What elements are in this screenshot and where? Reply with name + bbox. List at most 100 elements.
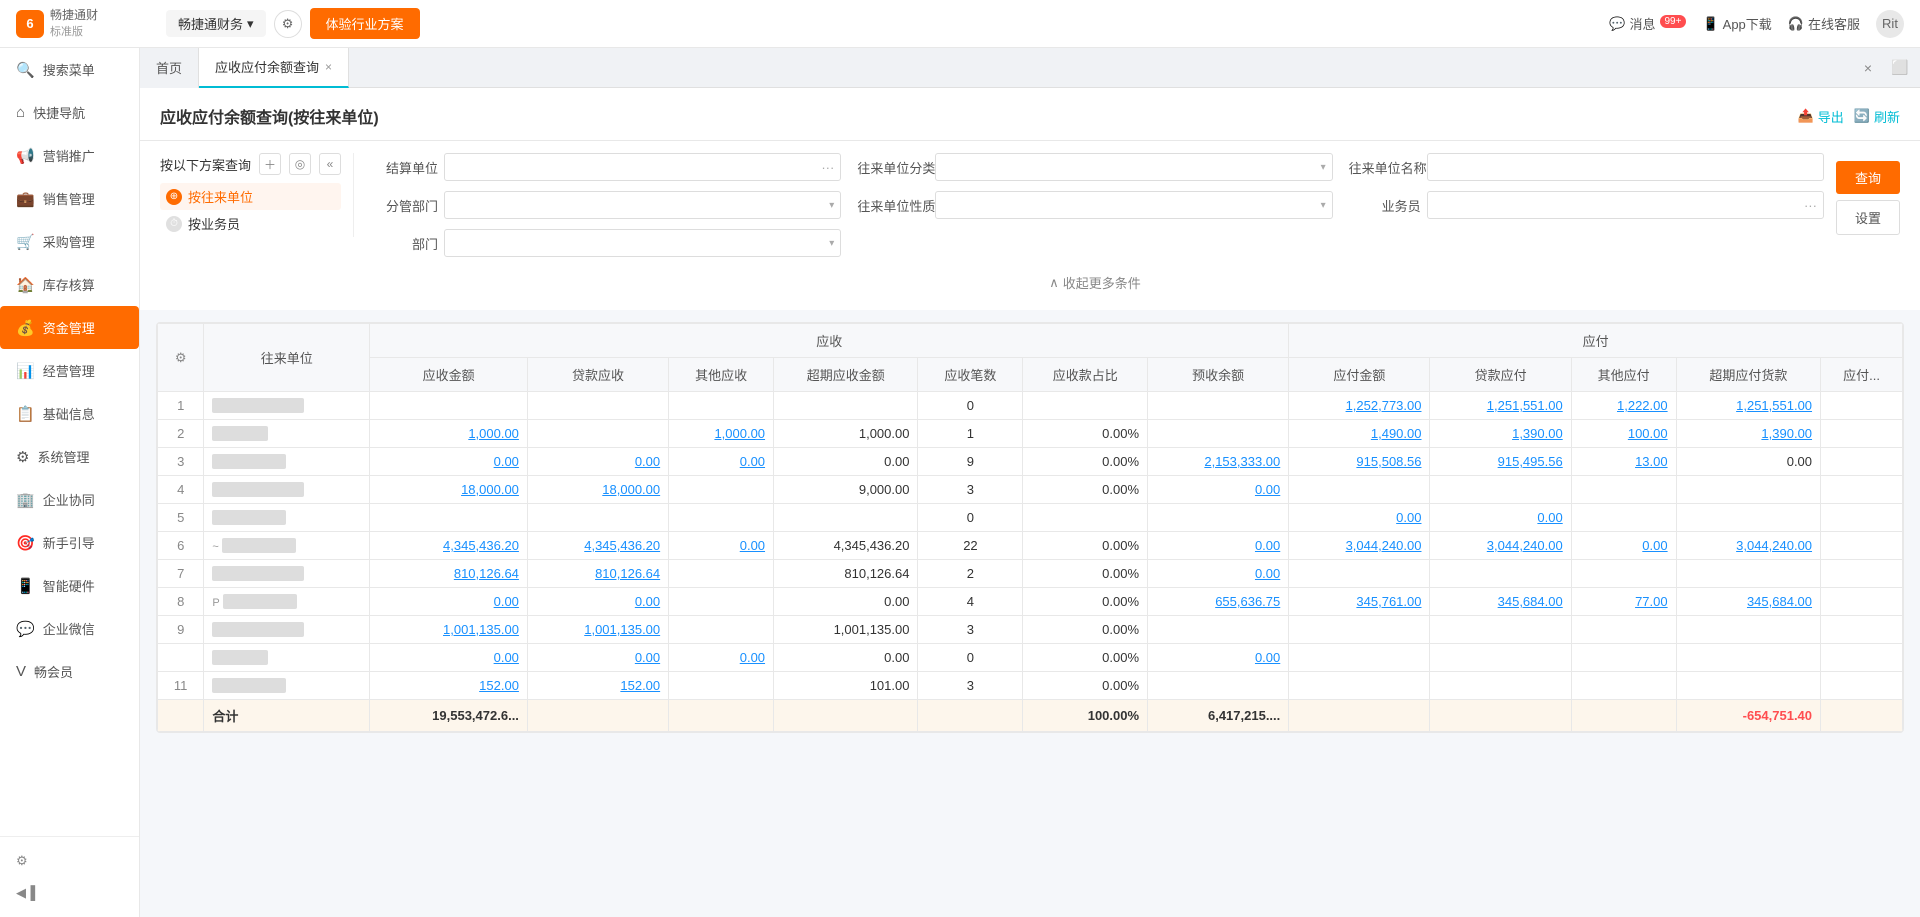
setting-btn[interactable]: 设置 — [1836, 200, 1900, 235]
other-ap[interactable]: 1,222.00 — [1571, 392, 1676, 420]
other-ap[interactable]: 13.00 — [1571, 448, 1676, 476]
ar-amount[interactable]: 1,000.00 — [370, 420, 528, 448]
sidebar-item-system[interactable]: ⚙ 系统管理 — [0, 435, 139, 478]
app-download-btn[interactable]: 📱 App下载 — [1702, 14, 1771, 33]
loan-ar[interactable]: 18,000.00 — [527, 476, 668, 504]
loan-ar[interactable]: 152.00 — [527, 672, 668, 700]
other-ap[interactable]: 100.00 — [1571, 420, 1676, 448]
sidebar-item-quicknav[interactable]: ⌂ 快捷导航 — [0, 91, 139, 134]
ar-amount[interactable]: 152.00 — [370, 672, 528, 700]
ap-amount[interactable]: 3,044,240.00 — [1289, 532, 1430, 560]
ar-amount[interactable]: 1,001,135.00 — [370, 616, 528, 644]
prepay[interactable]: 0.00 — [1148, 532, 1289, 560]
query-btn[interactable]: 查询 — [1836, 161, 1900, 194]
trial-btn[interactable]: 体验行业方案 — [310, 8, 420, 39]
other-ar[interactable]: 0.00 — [669, 644, 774, 672]
ar-amount[interactable]: 18,000.00 — [370, 476, 528, 504]
ar-amount[interactable]: 0.00 — [370, 448, 528, 476]
other-ar[interactable]: 1,000.00 — [669, 420, 774, 448]
sidebar-collapse-btn[interactable]: ◀▐ — [0, 877, 139, 909]
sidebar-item-search[interactable]: 🔍 搜索菜单 — [0, 48, 139, 91]
sidebar-item-marketing[interactable]: 📢 营销推广 — [0, 134, 139, 177]
overdue-ap[interactable]: 3,044,240.00 — [1676, 532, 1820, 560]
sidebar-item-basic[interactable]: 📋 基础信息 — [0, 392, 139, 435]
scheme-by-salesperson[interactable]: ⏱ 按业务员 — [160, 210, 341, 237]
loan-ar[interactable]: 0.00 — [527, 588, 668, 616]
target-icon-btn[interactable]: ◎ — [289, 153, 311, 175]
ap-amount[interactable]: 0.00 — [1289, 504, 1430, 532]
row-no: 7 — [158, 560, 204, 588]
other-ap[interactable]: 0.00 — [1571, 532, 1676, 560]
loan-ap[interactable]: 345,684.00 — [1430, 588, 1571, 616]
sidebar-item-corpwechat[interactable]: 💬 企业微信 — [0, 607, 139, 650]
overdue-ap[interactable]: 345,684.00 — [1676, 588, 1820, 616]
sidebar-item-vip[interactable]: V 畅会员 — [0, 650, 139, 693]
online-service-btn[interactable]: 🎧 在线客服 — [1788, 14, 1860, 33]
collapse-more-btn[interactable]: ∧ 收起更多条件 — [366, 267, 1824, 298]
prepay[interactable]: 0.00 — [1148, 560, 1289, 588]
partner-name: ~ ████████ — [204, 532, 370, 560]
overdue-ap[interactable]: 1,390.00 — [1676, 420, 1820, 448]
sidebar-item-purchase[interactable]: 🛒 采购管理 — [0, 220, 139, 263]
ar-amount[interactable]: 0.00 — [370, 588, 528, 616]
tab-close-btn[interactable]: × — [1856, 56, 1880, 80]
prepay[interactable]: 0.00 — [1148, 476, 1289, 504]
ap-amount[interactable]: 1,252,773.00 — [1289, 392, 1430, 420]
tab-home[interactable]: 首页 — [140, 48, 199, 88]
sidebar-item-newbie[interactable]: 🎯 新手引导 — [0, 521, 139, 564]
scheme-active-icon: ⊕ — [166, 189, 182, 205]
sidebar-item-sales[interactable]: 💼 销售管理 — [0, 177, 139, 220]
other-ap[interactable]: 77.00 — [1571, 588, 1676, 616]
prepay[interactable]: 655,636.75 — [1148, 588, 1289, 616]
loan-ap[interactable]: 915,495.56 — [1430, 448, 1571, 476]
ar-amount[interactable]: 4,345,436.20 — [370, 532, 528, 560]
top-nav-title[interactable]: 畅捷通财务 ▾ — [166, 10, 266, 37]
sidebar-item-finance[interactable]: 💰 资金管理 — [0, 306, 139, 349]
tab-ar-ap[interactable]: 应收应付余额查询 × — [199, 48, 349, 88]
refresh-btn[interactable]: 🔄 刷新 — [1854, 107, 1900, 126]
overdue-ap[interactable]: 1,251,551.00 — [1676, 392, 1820, 420]
sidebar-item-inventory[interactable]: 🏠 库存核算 — [0, 263, 139, 306]
ap-amount[interactable]: 915,508.56 — [1289, 448, 1430, 476]
partner-nature-select[interactable]: ▾ — [935, 191, 1332, 219]
loan-ar — [527, 504, 668, 532]
partner-cat-select[interactable]: ▾ — [935, 153, 1332, 181]
loan-ap[interactable]: 1,390.00 — [1430, 420, 1571, 448]
tab-maximize-btn[interactable]: ⬜ — [1888, 56, 1912, 80]
tab-close-icon[interactable]: × — [325, 60, 332, 74]
export-btn[interactable]: 📤 导出 — [1798, 107, 1844, 126]
loan-ap[interactable]: 1,251,551.00 — [1430, 392, 1571, 420]
partner-name-input[interactable] — [1427, 153, 1824, 181]
arrow-left-btn[interactable]: « — [319, 153, 341, 175]
loan-ar[interactable]: 810,126.64 — [527, 560, 668, 588]
add-scheme-btn[interactable]: ＋ — [259, 153, 281, 175]
loan-ap[interactable]: 3,044,240.00 — [1430, 532, 1571, 560]
prepay[interactable]: 0.00 — [1148, 644, 1289, 672]
settings-icon[interactable]: ⚙ — [274, 10, 302, 38]
sidebar-item-smart[interactable]: 📱 智能硬件 — [0, 564, 139, 607]
salesperson-input[interactable]: ··· — [1427, 191, 1824, 219]
sidebar-item-operation[interactable]: 📊 经营管理 — [0, 349, 139, 392]
branch-dept-select[interactable]: ▾ — [444, 191, 841, 219]
sidebar-item-enterprise[interactable]: 🏢 企业协同 — [0, 478, 139, 521]
other-ar[interactable]: 0.00 — [669, 532, 774, 560]
loan-ar[interactable]: 1,001,135.00 — [527, 616, 668, 644]
dept-select[interactable]: ▾ — [444, 229, 841, 257]
sidebar-settings-btn[interactable]: ⚙ — [0, 845, 139, 877]
loan-ap — [1430, 672, 1571, 700]
table-settings-icon[interactable]: ⚙ — [158, 324, 204, 392]
prepay[interactable]: 2,153,333.00 — [1148, 448, 1289, 476]
loan-ap[interactable]: 0.00 — [1430, 504, 1571, 532]
scheme-by-partner[interactable]: ⊕ 按往来单位 — [160, 183, 341, 210]
other-ar[interactable]: 0.00 — [669, 448, 774, 476]
loan-ar[interactable]: 4,345,436.20 — [527, 532, 668, 560]
message-btn[interactable]: 💬 消息 99+ — [1609, 14, 1686, 33]
loan-ar[interactable]: 0.00 — [527, 644, 668, 672]
ar-amount[interactable]: 810,126.64 — [370, 560, 528, 588]
ap-amount[interactable]: 1,490.00 — [1289, 420, 1430, 448]
settlement-unit-input[interactable]: ··· — [444, 153, 841, 181]
user-avatar-area[interactable]: Rit — [1876, 10, 1904, 38]
ap-amount[interactable]: 345,761.00 — [1289, 588, 1430, 616]
loan-ar[interactable]: 0.00 — [527, 448, 668, 476]
ar-amount[interactable]: 0.00 — [370, 644, 528, 672]
